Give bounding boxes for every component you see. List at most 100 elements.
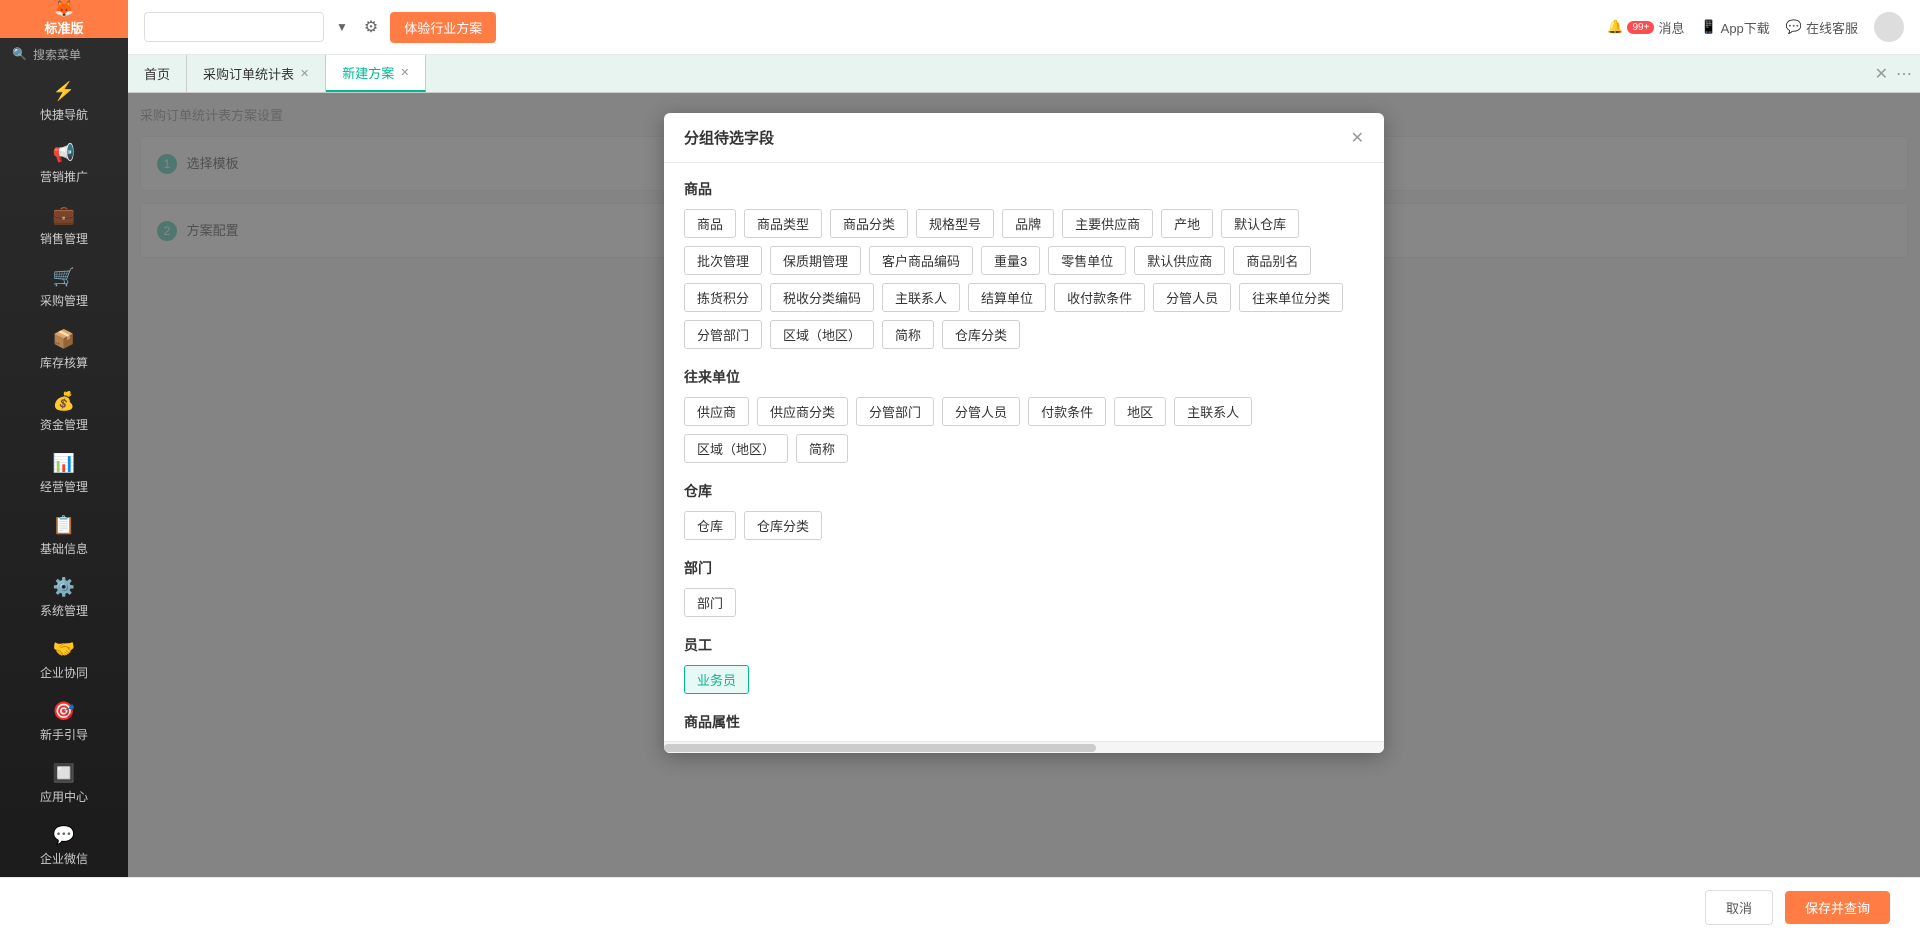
- field-tag-short-name2[interactable]: 简称: [796, 434, 848, 463]
- sidebar-item-purchase[interactable]: 🛒 采购管理: [0, 257, 128, 319]
- field-tag-origin[interactable]: 产地: [1161, 209, 1213, 238]
- sidebar-item-coop[interactable]: 🤝 企业协同: [0, 629, 128, 691]
- field-tag-retail-unit[interactable]: 零售单位: [1048, 246, 1126, 275]
- sidebar-item-wechat[interactable]: 💬 企业微信: [0, 815, 128, 877]
- sidebar-item-basic[interactable]: 📋 基础信息: [0, 505, 128, 567]
- tab-expand-icon[interactable]: ⋯: [1896, 64, 1912, 84]
- tabbar-end: ✕ ⋯: [1867, 55, 1920, 92]
- field-tags-dept: 部门: [684, 588, 1364, 617]
- field-tag-supplier-cat[interactable]: 供应商分类: [757, 397, 848, 426]
- field-tag-area[interactable]: 地区: [1114, 397, 1166, 426]
- sidebar-item-shortcut[interactable]: ⚡ 快捷导航: [0, 71, 128, 133]
- tab-new-plan[interactable]: 新建方案 ✕: [326, 55, 426, 92]
- purchase-icon: 🛒: [53, 267, 75, 288]
- field-tag-default-warehouse[interactable]: 默认仓库: [1221, 209, 1299, 238]
- tab-close-new-plan[interactable]: ✕: [400, 66, 409, 79]
- section-title-dept: 部门: [684, 558, 1364, 578]
- field-tag-region2[interactable]: 区域（地区）: [684, 434, 788, 463]
- topbar-dropdown-arrow[interactable]: ▼: [336, 20, 348, 34]
- sidebar-item-business[interactable]: 📊 经营管理: [0, 443, 128, 505]
- field-tag-wh[interactable]: 仓库: [684, 511, 736, 540]
- field-tag-goods[interactable]: 商品: [684, 209, 736, 238]
- field-tag-main-contact[interactable]: 主联系人: [882, 283, 960, 312]
- sales-icon: 💼: [53, 205, 75, 226]
- field-tag-pickup-points[interactable]: 拣货积分: [684, 283, 762, 312]
- inventory-icon: 📦: [53, 329, 75, 350]
- field-tag-payment-terms[interactable]: 收付款条件: [1054, 283, 1145, 312]
- field-tag-quality-mgmt[interactable]: 保质期管理: [770, 246, 861, 275]
- field-tag-salesperson[interactable]: 业务员: [684, 665, 749, 694]
- finance-icon: 💰: [53, 391, 75, 412]
- bell-icon: 🔔: [1607, 19, 1623, 35]
- sidebar-item-finance[interactable]: 💰 资金管理: [0, 381, 128, 443]
- modal-section-partner: 往来单位供应商供应商分类分管部门分管人员付款条件地区主联系人区域（地区）简称: [684, 367, 1364, 463]
- field-tag-main-contact2[interactable]: 主联系人: [1174, 397, 1252, 426]
- tab-home[interactable]: 首页: [128, 55, 187, 92]
- field-tag-alias[interactable]: 商品别名: [1233, 246, 1311, 275]
- field-tag-settlement-unit[interactable]: 结算单位: [968, 283, 1046, 312]
- field-tag-short-name[interactable]: 简称: [882, 320, 934, 349]
- field-tag-pay-terms[interactable]: 付款条件: [1028, 397, 1106, 426]
- field-tag-wh-cat[interactable]: 仓库分类: [744, 511, 822, 540]
- field-tag-brand[interactable]: 品牌: [1002, 209, 1054, 238]
- field-tag-tax-code[interactable]: 税收分类编码: [770, 283, 874, 312]
- avatar[interactable]: [1874, 12, 1904, 42]
- apps-icon: 🔲: [53, 763, 75, 784]
- field-tag-mgmt-person[interactable]: 分管人员: [942, 397, 1020, 426]
- section-title-warehouse: 仓库: [684, 481, 1364, 501]
- sidebar-search-item[interactable]: 🔍 搜索菜单: [0, 38, 128, 71]
- sidebar-item-system[interactable]: ⚙️ 系统管理: [0, 567, 128, 629]
- sidebar-item-sales[interactable]: 💼 销售管理: [0, 195, 128, 257]
- field-tag-supervisor[interactable]: 分管人员: [1153, 283, 1231, 312]
- field-tag-default-supplier[interactable]: 默认供应商: [1134, 246, 1225, 275]
- modal-section-warehouse: 仓库仓库仓库分类: [684, 481, 1364, 540]
- field-tag-warehouse-cat[interactable]: 仓库分类: [942, 320, 1020, 349]
- tab-close-purchase[interactable]: ✕: [300, 67, 309, 80]
- field-tag-spec-type[interactable]: 规格型号: [916, 209, 994, 238]
- modal-body[interactable]: 商品商品商品类型商品分类规格型号品牌主要供应商产地默认仓库批次管理保质期管理客户…: [664, 163, 1384, 741]
- field-tag-weight3[interactable]: 重量3: [981, 246, 1040, 275]
- notification-badge: 99+: [1627, 21, 1654, 34]
- action-bar: 取消 保存并查询: [0, 877, 1920, 937]
- field-tag-batch-mgmt[interactable]: 批次管理: [684, 246, 762, 275]
- basic-icon: 📋: [53, 515, 75, 536]
- sidebar-item-apps[interactable]: 🔲 应用中心: [0, 753, 128, 815]
- service-item[interactable]: 💬 在线客服: [1786, 18, 1858, 37]
- field-tag-mgmt-dept[interactable]: 分管部门: [856, 397, 934, 426]
- field-tag-dept-mgmt[interactable]: 分管部门: [684, 320, 762, 349]
- modal-section-employee: 员工业务员: [684, 635, 1364, 694]
- sidebar-item-inventory[interactable]: 📦 库存核算: [0, 319, 128, 381]
- tab-purchase-stats[interactable]: 采购订单统计表 ✕: [187, 55, 326, 92]
- sidebar-item-guide[interactable]: 🎯 新手引导: [0, 691, 128, 753]
- field-tag-source-unit-cat[interactable]: 往来单位分类: [1239, 283, 1343, 312]
- trial-btn[interactable]: 体验行业方案: [390, 12, 496, 43]
- modal-section-dept: 部门部门: [684, 558, 1364, 617]
- topbar: ▼ ⚙ 体验行业方案 🔔 99+ 消息 📱 App下载 💬 在线客服: [128, 0, 1920, 55]
- field-tag-supplier[interactable]: 供应商: [684, 397, 749, 426]
- modal-horizontal-scrollbar[interactable]: [664, 741, 1384, 753]
- topbar-right: 🔔 99+ 消息 📱 App下载 💬 在线客服: [1607, 12, 1904, 42]
- section-title-employee: 员工: [684, 635, 1364, 655]
- modal-close-button[interactable]: ✕: [1351, 128, 1364, 148]
- field-tag-main-supplier[interactable]: 主要供应商: [1062, 209, 1153, 238]
- topbar-gear-icon[interactable]: ⚙: [364, 17, 378, 37]
- field-tag-customer-code[interactable]: 客户商品编码: [869, 246, 973, 275]
- field-tag-department[interactable]: 部门: [684, 588, 736, 617]
- tab-close-icon[interactable]: ✕: [1875, 64, 1888, 84]
- field-tags-goods: 商品商品类型商品分类规格型号品牌主要供应商产地默认仓库批次管理保质期管理客户商品…: [684, 209, 1364, 349]
- notification-item[interactable]: 🔔 99+ 消息: [1607, 18, 1684, 37]
- section-title-goods-attr: 商品属性: [684, 712, 1364, 732]
- modal-title: 分组待选字段: [684, 127, 774, 148]
- field-tag-region[interactable]: 区域（地区）: [770, 320, 874, 349]
- field-tag-goods-type[interactable]: 商品类型: [744, 209, 822, 238]
- download-item[interactable]: 📱 App下载: [1700, 18, 1769, 37]
- section-title-goods: 商品: [684, 179, 1364, 199]
- save-button[interactable]: 保存并查询: [1785, 891, 1890, 924]
- sidebar-item-marketing[interactable]: 📢 营销推广: [0, 133, 128, 195]
- shortcut-icon: ⚡: [53, 81, 75, 102]
- sidebar-logo[interactable]: 🦊 标准版: [0, 0, 128, 38]
- field-tag-goods-category[interactable]: 商品分类: [830, 209, 908, 238]
- cancel-button[interactable]: 取消: [1705, 890, 1773, 925]
- system-icon: ⚙️: [53, 577, 75, 598]
- topbar-search-input[interactable]: [144, 12, 324, 42]
